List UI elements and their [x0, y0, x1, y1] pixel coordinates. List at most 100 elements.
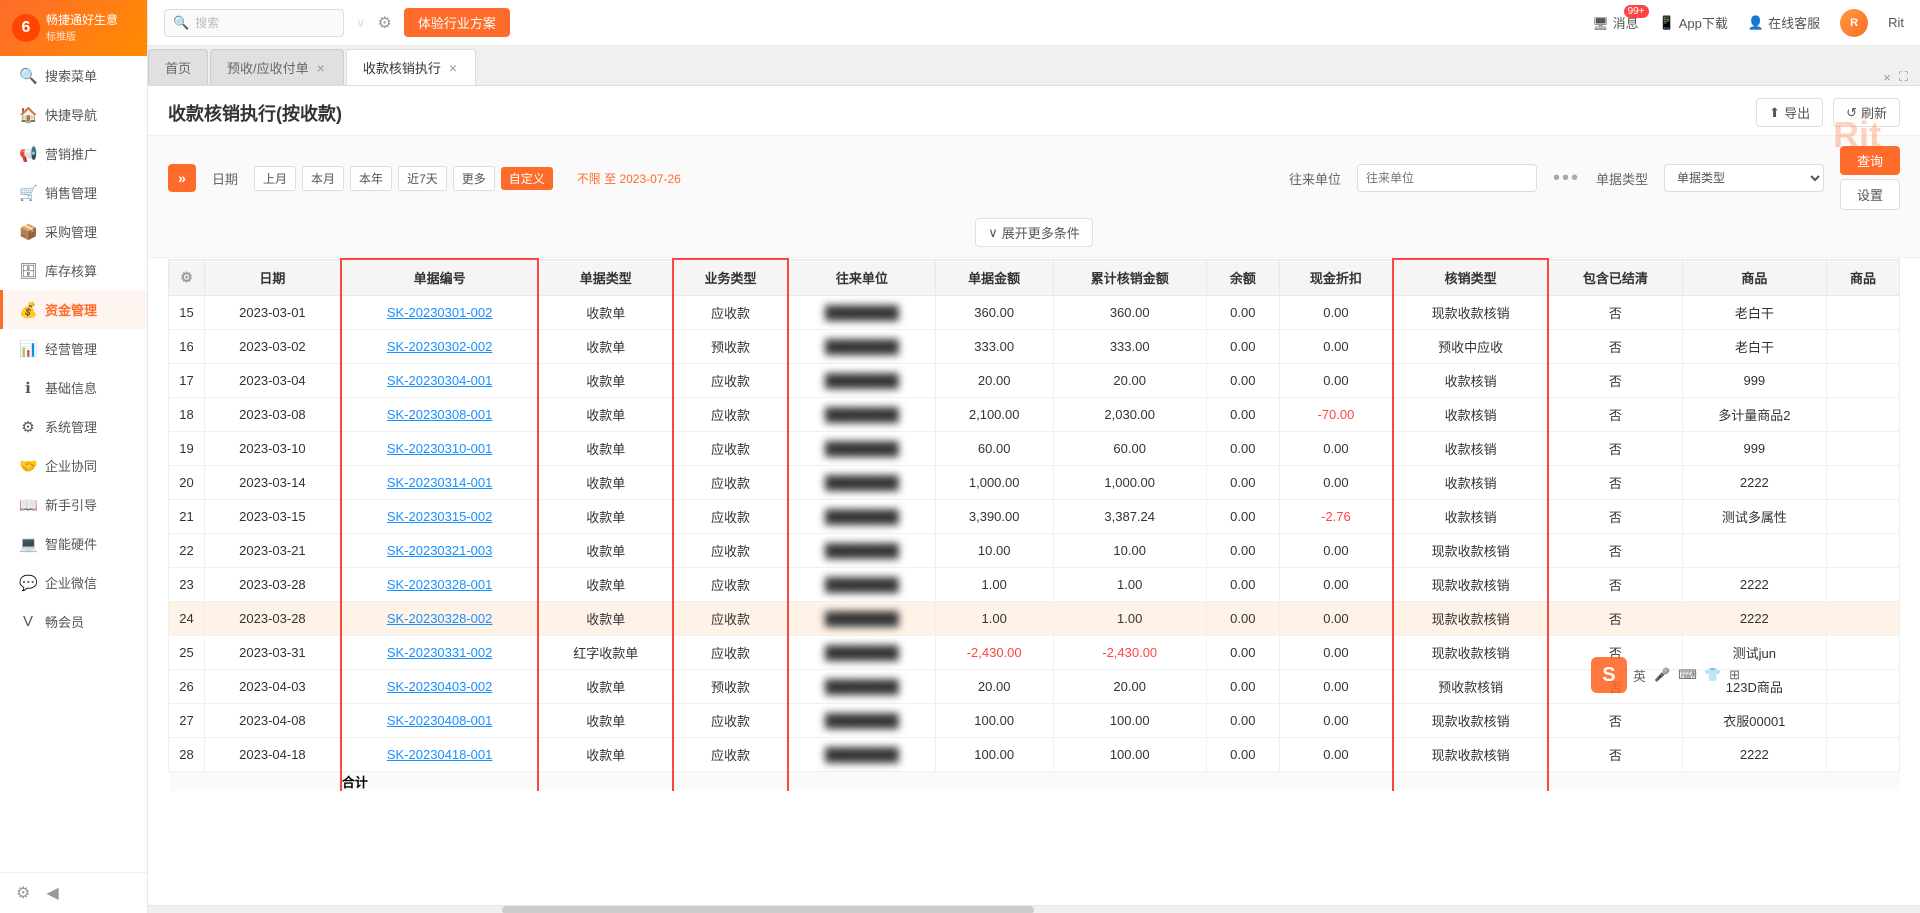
cell-date: 2023-03-15 [205, 500, 341, 534]
cell-doc-no[interactable]: SK-20230328-002 [341, 602, 539, 636]
this-month-btn[interactable]: 本月 [302, 166, 344, 191]
more-dates-btn[interactable]: 更多 [453, 166, 495, 191]
doc-type-select[interactable]: 单据类型 收款单 [1665, 165, 1823, 191]
cell-doc-no[interactable]: SK-20230403-002 [341, 670, 539, 704]
cell-goods [1682, 534, 1826, 568]
cell-doc-no[interactable]: SK-20230302-002 [341, 330, 539, 364]
cell-doc-no[interactable]: SK-20230328-001 [341, 568, 539, 602]
sidebar-item-sales[interactable]: 🛒 销售管理 [0, 173, 147, 212]
online-support-item[interactable]: 👤 在线客服 [1748, 13, 1820, 32]
last-month-btn[interactable]: 上月 [254, 166, 296, 191]
date-filter-label: 日期 [212, 169, 238, 188]
tab-close-prepay[interactable]: × [315, 60, 327, 76]
cell-write-off-type: 现款收款核销 [1393, 636, 1548, 670]
cell-cumulative: 100.00 [1053, 704, 1206, 738]
cell-doc-no[interactable]: SK-20230331-002 [341, 636, 539, 670]
topbar-search-box[interactable]: 🔍 搜索 [164, 9, 344, 37]
tab-maximize-icon[interactable]: ⛶ [1899, 69, 1908, 85]
last-7days-btn[interactable]: 近7天 [398, 166, 447, 191]
cell-balance: 0.00 [1206, 330, 1279, 364]
data-table: ⚙ 日期 单据编号 单据类型 业务类型 往来单位 单据金额 累计核销金额 余额 … [168, 258, 1900, 791]
sidebar-icon-wechat: 💬 [19, 574, 37, 592]
cell-seq: 26 [169, 670, 205, 704]
cell-seq: 25 [169, 636, 205, 670]
sidebar-item-inventory[interactable]: 🗄 库存核算 [0, 251, 147, 290]
col-cash-discount: 现金折扣 [1279, 259, 1393, 296]
export-button[interactable]: ⬆ 导出 [1756, 98, 1823, 127]
sidebar-item-guide[interactable]: 📖 新手引导 [0, 485, 147, 524]
cell-doc-no[interactable]: SK-20230310-001 [341, 432, 539, 466]
cell-write-off-type: 现款收款核销 [1393, 296, 1548, 330]
user-avatar[interactable]: R [1840, 9, 1868, 37]
cell-doc-no[interactable]: SK-20230301-002 [341, 296, 539, 330]
cell-doc-no[interactable]: SK-20230308-001 [341, 398, 539, 432]
topbar-gear-icon[interactable]: ⚙ [378, 13, 392, 33]
col-write-off-type: 核销类型 [1393, 259, 1548, 296]
cell-goods2 [1827, 534, 1900, 568]
tab-close-all-icon[interactable]: × [1883, 70, 1891, 85]
sidebar-item-wechat[interactable]: 💬 企业微信 [0, 563, 147, 602]
filter-toggle-button[interactable]: » [168, 164, 196, 192]
partner-filter-input[interactable] [1357, 164, 1537, 192]
sidebar-icon-operations: 📊 [19, 340, 37, 358]
filter-settings-button[interactable]: 设置 [1840, 179, 1900, 210]
sidebar-item-system[interactable]: ⚙ 系统管理 [0, 407, 147, 446]
cell-date: 2023-03-21 [205, 534, 341, 568]
table-row: 28 2023-04-18 SK-20230418-001 收款单 应收款 ██… [169, 738, 1900, 772]
cell-seq: 23 [169, 568, 205, 602]
sidebar-settings-icon[interactable]: ⚙ [16, 883, 30, 903]
tab-close-receipt-exec[interactable]: × [447, 60, 459, 76]
footer-goods [1682, 772, 1826, 792]
sidebar-footer: ⚙ ◀ [0, 872, 147, 913]
cell-cash-discount: -70.00 [1279, 398, 1393, 432]
sidebar-item-search[interactable]: 🔍 搜索菜单 [0, 56, 147, 95]
cell-doc-no[interactable]: SK-20230304-001 [341, 364, 539, 398]
expand-more-row: ∨ 展开更多条件 [168, 218, 1900, 247]
cell-doc-type: 收款单 [538, 602, 673, 636]
cell-cumulative: 1,000.00 [1053, 466, 1206, 500]
table-row: 25 2023-03-31 SK-20230331-002 红字收款单 应收款 … [169, 636, 1900, 670]
cell-doc-no[interactable]: SK-20230408-001 [341, 704, 539, 738]
sidebar-item-member[interactable]: V 畅会员 [0, 602, 147, 641]
col-gear[interactable]: ⚙ [169, 259, 205, 296]
cell-doc-no[interactable]: SK-20230321-003 [341, 534, 539, 568]
sidebar-item-quick-nav[interactable]: 🏠 快捷导航 [0, 95, 147, 134]
table-scroll-thumb[interactable] [502, 906, 1034, 913]
this-year-btn[interactable]: 本年 [350, 166, 392, 191]
cell-goods2 [1827, 670, 1900, 704]
message-badge[interactable]: 🖥 消息 99+ [1592, 13, 1638, 32]
cell-amount: 20.00 [935, 670, 1053, 704]
sidebar-item-basic-info[interactable]: ℹ 基础信息 [0, 368, 147, 407]
cell-doc-no[interactable]: SK-20230315-002 [341, 500, 539, 534]
table-gear-icon[interactable]: ⚙ [180, 269, 193, 285]
cell-balance: 0.00 [1206, 466, 1279, 500]
sidebar-item-operations[interactable]: 📊 经营管理 [0, 329, 147, 368]
tab-label-receipt-exec: 收款核销执行 [363, 58, 441, 77]
app-download-item[interactable]: 📱 App下载 [1659, 13, 1728, 32]
industry-solution-button[interactable]: 体验行业方案 [404, 8, 510, 37]
cell-goods: 测试jun [1682, 636, 1826, 670]
tab-prepay[interactable]: 预收/应收付单× [210, 49, 344, 85]
tab-home[interactable]: 首页 [148, 49, 208, 85]
expand-more-button[interactable]: ∨ 展开更多条件 [975, 218, 1093, 247]
cell-doc-no[interactable]: SK-20230314-001 [341, 466, 539, 500]
sidebar-collapse-icon[interactable]: ◀ [46, 883, 58, 903]
sidebar-label-system: 系统管理 [45, 417, 97, 436]
cell-cash-discount: 0.00 [1279, 738, 1393, 772]
sidebar-item-capital[interactable]: 💰 资金管理 [0, 290, 147, 329]
table-row: 23 2023-03-28 SK-20230328-001 收款单 应收款 ██… [169, 568, 1900, 602]
sidebar-item-enterprise[interactable]: 🤝 企业协同 [0, 446, 147, 485]
custom-date-btn[interactable]: 自定义 [501, 167, 553, 190]
sidebar-item-purchase[interactable]: 📦 采购管理 [0, 212, 147, 251]
cell-amount: 333.00 [935, 330, 1053, 364]
sidebar-item-smart-hw[interactable]: 💻 智能硬件 [0, 524, 147, 563]
cell-biz-type: 应收款 [673, 636, 788, 670]
cell-seq: 20 [169, 466, 205, 500]
table-row: 21 2023-03-15 SK-20230315-002 收款单 应收款 ██… [169, 500, 1900, 534]
tab-receipt-exec[interactable]: 收款核销执行 × [346, 49, 476, 85]
cell-doc-no[interactable]: SK-20230418-001 [341, 738, 539, 772]
cell-seq: 21 [169, 500, 205, 534]
sidebar-item-marketing[interactable]: 📢 营销推广 [0, 134, 147, 173]
col-cumulative: 累计核销金额 [1053, 259, 1206, 296]
sidebar-label-inventory: 库存核算 [45, 261, 97, 280]
